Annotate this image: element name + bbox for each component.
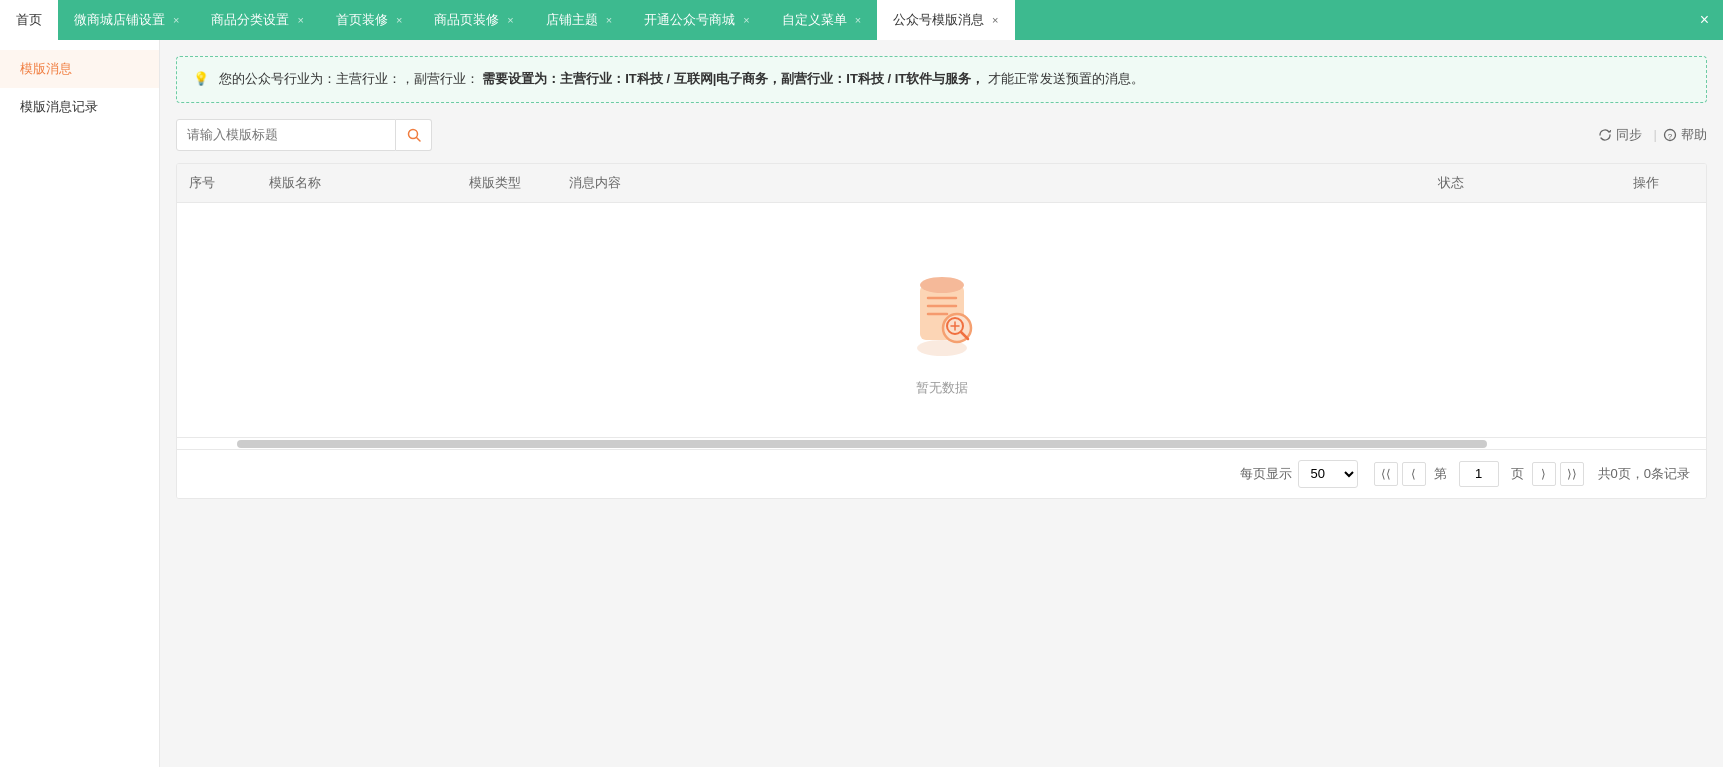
page-size-select[interactable]: 50 10 20 100 — [1298, 460, 1358, 488]
tab-open-mall[interactable]: 开通公众号商城 × — [628, 0, 765, 40]
sidebar-item-template-record[interactable]: 模版消息记录 — [0, 88, 159, 126]
page-size-label: 每页显示 — [1240, 465, 1292, 483]
tab-home[interactable]: 首页 — [0, 0, 58, 40]
tab-homepage-decoration[interactable]: 首页装修 × — [320, 0, 418, 40]
search-input[interactable] — [176, 119, 396, 151]
tab-homepage-decoration-label: 首页装修 — [336, 11, 388, 29]
sidebar-item-template-message[interactable]: 模版消息 — [0, 50, 159, 88]
data-table: 序号 模版名称 模版类型 消息内容 状态 操作 — [176, 163, 1707, 499]
help-label: 帮助 — [1681, 126, 1707, 144]
page-prev-button[interactable]: ⟨ — [1402, 462, 1426, 486]
tab-product-decoration-close[interactable]: × — [507, 14, 513, 26]
tab-open-mall-label: 开通公众号商城 — [644, 11, 735, 29]
page-di-word: 第 — [1434, 465, 1447, 483]
tab-home-label: 首页 — [16, 11, 42, 29]
col-header-content: 消息内容 — [557, 164, 1426, 202]
page-first-button[interactable]: ⟨⟨ — [1374, 462, 1398, 486]
banner-text-suffix: 才能正常发送预置的消息。 — [988, 71, 1144, 86]
sidebar: 模版消息 模版消息记录 — [0, 40, 160, 767]
sidebar-template-message-label: 模版消息 — [20, 61, 72, 76]
sync-label: 同步 — [1616, 126, 1642, 144]
tab-homepage-decoration-close[interactable]: × — [396, 14, 402, 26]
tab-product-category-close[interactable]: × — [297, 14, 303, 26]
tab-bar: 首页 微商城店铺设置 × 商品分类设置 × 首页装修 × 商品页装修 × 店铺主… — [0, 0, 1723, 40]
page-next-button[interactable]: ⟩ — [1532, 462, 1556, 486]
search-bar: 同步 | ? 帮助 — [176, 119, 1707, 151]
tab-product-decoration-label: 商品页装修 — [434, 11, 499, 29]
search-button[interactable] — [396, 119, 432, 151]
tab-custom-menu-close[interactable]: × — [855, 14, 861, 26]
pagination: 每页显示 50 10 20 100 ⟨⟨ ⟨ 第 页 ⟩ ⟩⟩ 共0页，0条记录 — [177, 449, 1706, 498]
tab-custom-menu-label: 自定义菜单 — [782, 11, 847, 29]
divider: | — [1654, 127, 1657, 142]
empty-icon — [892, 263, 992, 363]
page-total: 共0页，0条记录 — [1598, 465, 1690, 483]
col-header-status: 状态 — [1426, 164, 1586, 202]
tab-template-message-label: 公众号模版消息 — [893, 11, 984, 29]
svg-text:?: ? — [1668, 132, 1673, 141]
page-nav: ⟨⟨ ⟨ 第 页 ⟩ ⟩⟩ 共0页，0条记录 — [1374, 461, 1690, 487]
empty-state: 暂无数据 — [177, 203, 1706, 437]
tab-shop-theme-close[interactable]: × — [606, 14, 612, 26]
search-icon — [407, 128, 421, 142]
help-button[interactable]: ? 帮助 — [1663, 126, 1707, 144]
tab-open-mall-close[interactable]: × — [743, 14, 749, 26]
sync-icon — [1598, 128, 1612, 142]
page-last-button[interactable]: ⟩⟩ — [1560, 462, 1584, 486]
col-header-name: 模版名称 — [257, 164, 457, 202]
content-area: 💡 您的公众号行业为：主营行业：，副营行业： 需要设置为：主营行业：IT科技 /… — [160, 40, 1723, 767]
tab-template-message-close[interactable]: × — [992, 14, 998, 26]
table-header: 序号 模版名称 模版类型 消息内容 状态 操作 — [177, 164, 1706, 203]
col-header-no: 序号 — [177, 164, 257, 202]
tab-shop-settings-label: 微商城店铺设置 — [74, 11, 165, 29]
search-right: 同步 | ? 帮助 — [1598, 126, 1707, 144]
empty-text: 暂无数据 — [916, 379, 968, 397]
page-word: 页 — [1511, 465, 1524, 483]
search-left — [176, 119, 432, 151]
tab-shop-theme-label: 店铺主题 — [546, 11, 598, 29]
banner-text-prefix: 您的公众号行业为：主营行业：，副营行业： — [219, 71, 479, 86]
banner-highlight: 需要设置为：主营行业：IT科技 / 互联网|电子商务，副营行业：IT科技 / I… — [482, 71, 984, 86]
tab-bar-close-all[interactable]: × — [1686, 11, 1723, 29]
svg-line-1 — [416, 137, 420, 141]
tab-product-category-label: 商品分类设置 — [211, 11, 289, 29]
sync-button[interactable]: 同步 — [1598, 126, 1642, 144]
info-banner: 💡 您的公众号行业为：主营行业：，副营行业： 需要设置为：主营行业：IT科技 /… — [176, 56, 1707, 103]
tab-shop-settings[interactable]: 微商城店铺设置 × — [58, 0, 195, 40]
page-number-input[interactable] — [1459, 461, 1499, 487]
horizontal-scrollbar[interactable] — [177, 437, 1706, 449]
main-layout: 模版消息 模版消息记录 💡 您的公众号行业为：主营行业：，副营行业： 需要设置为… — [0, 40, 1723, 767]
tab-shop-theme[interactable]: 店铺主题 × — [530, 0, 628, 40]
tab-shop-settings-close[interactable]: × — [173, 14, 179, 26]
tab-template-message[interactable]: 公众号模版消息 × — [877, 0, 1014, 40]
tab-custom-menu[interactable]: 自定义菜单 × — [766, 0, 877, 40]
col-header-type: 模版类型 — [457, 164, 557, 202]
help-icon: ? — [1663, 128, 1677, 142]
scrollbar-thumb[interactable] — [237, 440, 1487, 448]
col-header-action: 操作 — [1586, 164, 1706, 202]
bulb-icon: 💡 — [193, 71, 209, 86]
tab-product-category[interactable]: 商品分类设置 × — [195, 0, 319, 40]
tab-product-decoration[interactable]: 商品页装修 × — [418, 0, 529, 40]
svg-point-6 — [920, 277, 964, 293]
sidebar-template-record-label: 模版消息记录 — [20, 99, 98, 114]
